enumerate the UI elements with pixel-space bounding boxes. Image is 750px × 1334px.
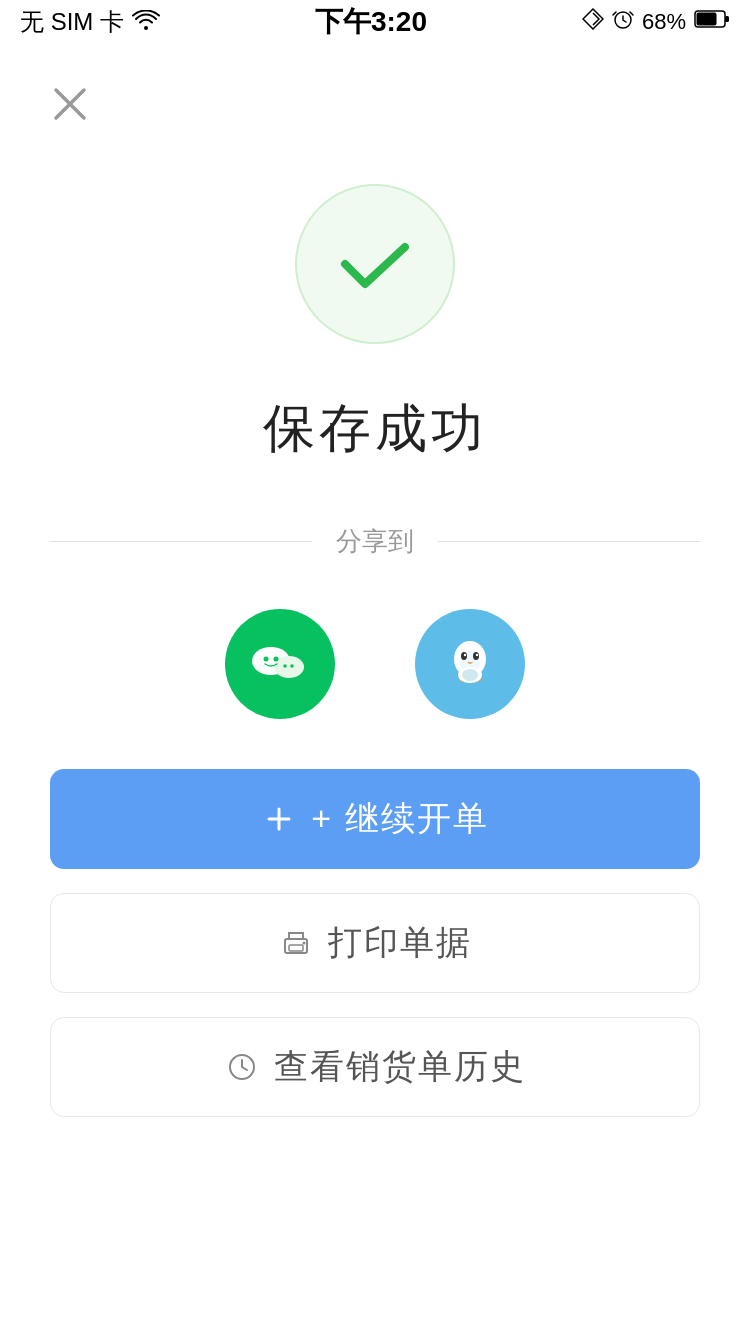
print-icon <box>278 925 314 961</box>
svg-point-15 <box>473 652 479 660</box>
main-content: 保存成功 分享到 <box>0 164 750 1334</box>
svg-point-9 <box>274 657 279 662</box>
svg-point-17 <box>476 654 478 656</box>
wechat-share-button[interactable] <box>225 609 335 719</box>
success-title: 保存成功 <box>263 394 487 464</box>
share-divider: 分享到 <box>50 524 700 559</box>
status-right: 68% <box>582 8 730 36</box>
svg-point-11 <box>290 664 294 668</box>
status-bar: 无 SIM 卡 下午3:20 68% <box>0 0 750 44</box>
share-section: 分享到 <box>50 524 700 719</box>
share-icons <box>50 609 700 719</box>
battery-percentage: 68% <box>642 9 686 35</box>
svg-point-24 <box>303 942 306 945</box>
svg-point-14 <box>461 652 467 660</box>
continue-button[interactable]: + 继续开单 <box>50 769 700 869</box>
qq-icon <box>435 629 505 699</box>
checkmark-icon <box>330 219 420 309</box>
share-label: 分享到 <box>312 524 438 559</box>
success-icon-circle <box>295 184 455 344</box>
history-label: 查看销货单历史 <box>274 1044 526 1090</box>
qq-share-button[interactable] <box>415 609 525 719</box>
svg-rect-3 <box>696 13 716 26</box>
print-label: 打印单据 <box>328 920 472 966</box>
wifi-icon <box>132 8 160 36</box>
continue-label: + 继续开单 <box>311 796 488 842</box>
plus-icon <box>261 801 297 837</box>
battery-icon <box>694 9 730 35</box>
history-button[interactable]: 查看销货单历史 <box>50 1017 700 1117</box>
svg-point-7 <box>274 656 304 678</box>
location-icon <box>582 8 604 36</box>
clock-icon <box>224 1049 260 1085</box>
svg-rect-23 <box>289 945 303 951</box>
svg-point-8 <box>264 657 269 662</box>
svg-rect-2 <box>725 16 729 22</box>
alarm-icon <box>612 8 634 36</box>
svg-point-10 <box>283 664 287 668</box>
time-display: 下午3:20 <box>315 3 427 41</box>
print-button[interactable]: 打印单据 <box>50 893 700 993</box>
wechat-icon <box>245 629 315 699</box>
status-left: 无 SIM 卡 <box>20 6 160 38</box>
close-button[interactable] <box>30 64 110 144</box>
svg-point-21 <box>462 669 478 681</box>
svg-point-16 <box>464 654 466 656</box>
no-sim-text: 无 SIM 卡 <box>20 6 124 38</box>
action-buttons: + 继续开单 打印单据 查看销货单历史 <box>50 769 700 1117</box>
